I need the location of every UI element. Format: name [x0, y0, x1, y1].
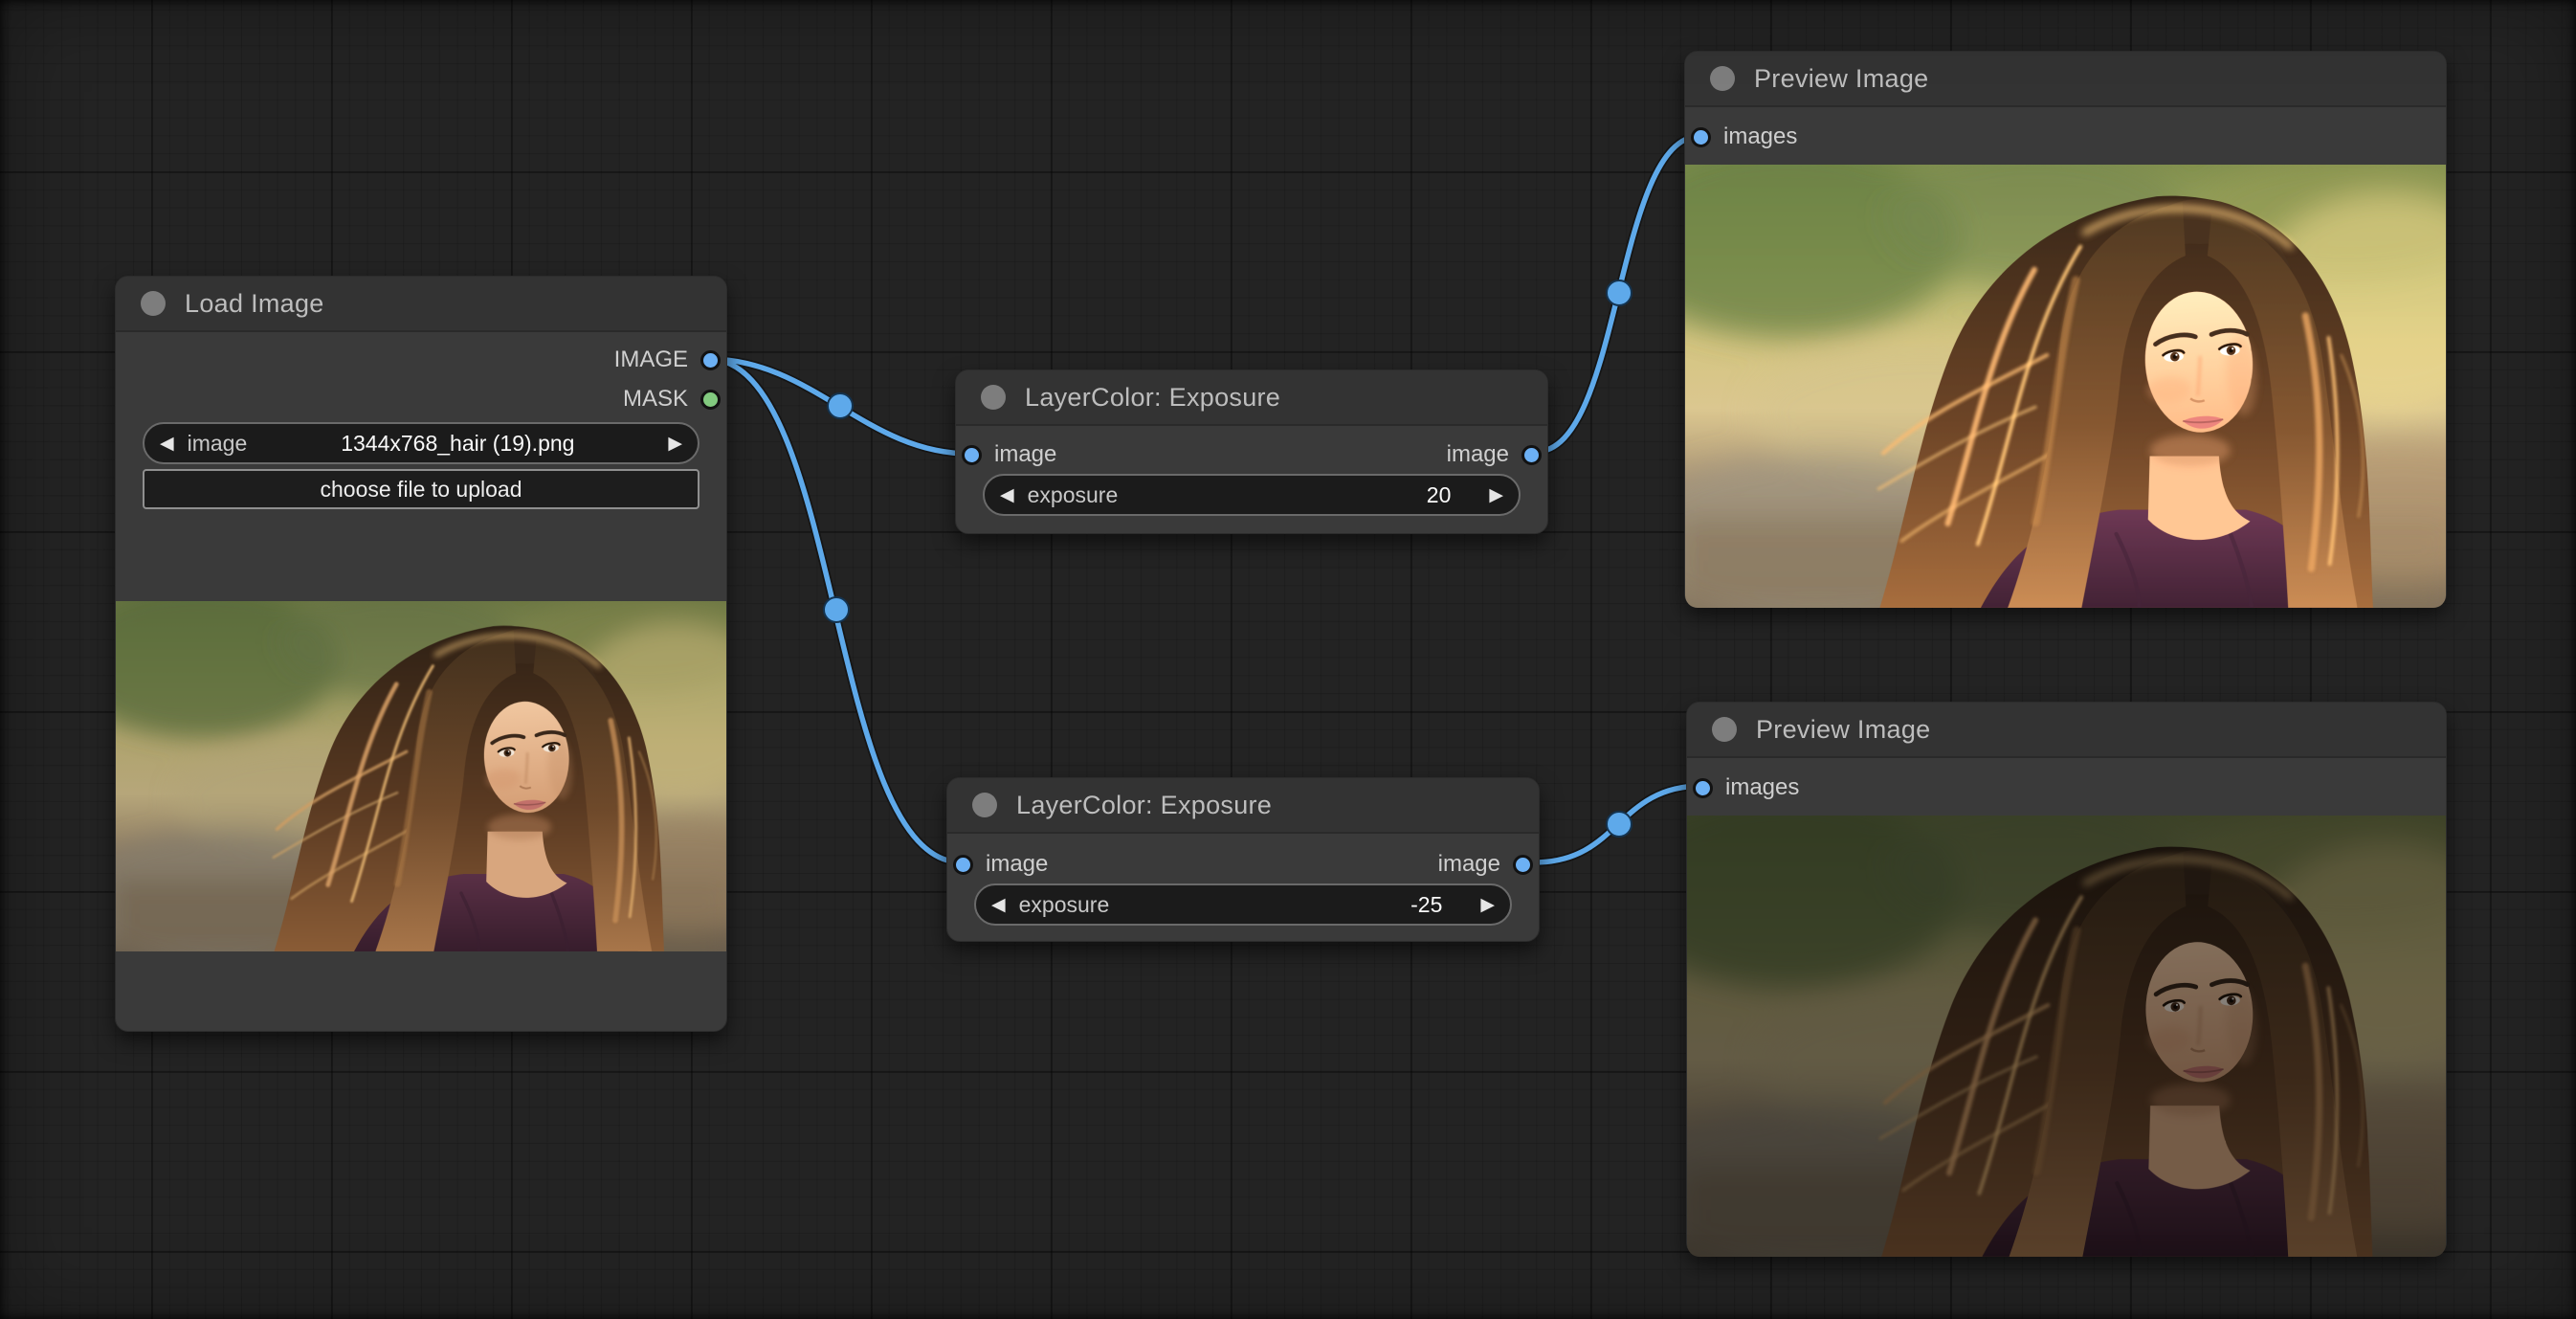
link-reroute-dot[interactable]: [828, 393, 853, 418]
load-image-node-header[interactable]: Load Image: [116, 277, 726, 332]
node-collapse-dot-icon[interactable]: [141, 291, 166, 316]
preview-image-output: [1685, 165, 2446, 608]
preview-node-bottom-header[interactable]: Preview Image: [1687, 703, 2446, 758]
exposure-slider-widget[interactable]: ◀ exposure 20 ▶: [983, 474, 1521, 516]
node-title: Load Image: [185, 289, 324, 319]
node-collapse-dot-icon[interactable]: [981, 385, 1006, 410]
node-collapse-dot-icon[interactable]: [1710, 66, 1735, 91]
exposure-node-top-header[interactable]: LayerColor: Exposure: [956, 370, 1547, 426]
preview-image-output: [1687, 816, 2446, 1257]
widget-value[interactable]: 20: [1131, 482, 1476, 508]
preview-node-top-header[interactable]: Preview Image: [1685, 52, 2446, 107]
link-reroute-dot[interactable]: [824, 597, 849, 622]
node-title: Preview Image: [1754, 64, 1928, 94]
value-increment-arrow-icon[interactable]: ▶: [1489, 484, 1503, 506]
output-label-image: image: [1447, 441, 1509, 468]
input-label-images: images: [1723, 123, 1797, 150]
value-decrement-arrow-icon[interactable]: ◀: [1000, 484, 1014, 506]
portrait-photo: [116, 601, 726, 951]
input-label-images: images: [1725, 774, 1799, 801]
output-label-image: IMAGE: [614, 347, 688, 373]
exposure-node-bottom-header[interactable]: LayerColor: Exposure: [947, 778, 1539, 834]
widget-value[interactable]: -25: [1122, 892, 1467, 918]
image-output-port[interactable]: [1513, 855, 1533, 875]
node-title: LayerColor: Exposure: [1016, 791, 1272, 820]
output-row-image: image: [947, 849, 1539, 880]
exposure-node-top[interactable]: LayerColor: Exposure image image ◀ expos…: [955, 369, 1548, 534]
widget-label: exposure: [1019, 892, 1110, 918]
images-input-port[interactable]: [1693, 778, 1713, 798]
output-label-mask: MASK: [623, 386, 688, 413]
image-output-port[interactable]: [700, 350, 721, 370]
node-title: Preview Image: [1756, 715, 1930, 745]
combo-label: image: [188, 431, 248, 457]
combo-next-arrow-icon[interactable]: ▶: [668, 433, 682, 455]
load-image-preview: [116, 601, 726, 951]
input-row-images: images: [1687, 772, 2446, 803]
image-combo-widget[interactable]: ◀ image 1344x768_hair (19).png ▶: [143, 422, 700, 464]
node-title: LayerColor: Exposure: [1025, 383, 1280, 413]
value-increment-arrow-icon[interactable]: ▶: [1480, 894, 1495, 916]
node-collapse-dot-icon[interactable]: [972, 793, 997, 817]
value-decrement-arrow-icon[interactable]: ◀: [991, 894, 1006, 916]
combo-prev-arrow-icon[interactable]: ◀: [160, 433, 174, 455]
exposure-node-bottom[interactable]: LayerColor: Exposure image image ◀ expos…: [946, 777, 1540, 942]
output-row-image: IMAGE: [116, 345, 726, 375]
mask-output-port[interactable]: [700, 390, 721, 410]
link-reroute-dot[interactable]: [1607, 280, 1632, 305]
preview-image-node-bottom[interactable]: Preview Image images: [1686, 702, 2447, 1256]
node-collapse-dot-icon[interactable]: [1712, 717, 1737, 742]
choose-file-button[interactable]: choose file to upload: [143, 469, 700, 509]
input-row-images: images: [1685, 122, 2446, 152]
output-label-image: image: [1438, 851, 1500, 878]
link-reroute-dot[interactable]: [1607, 812, 1632, 837]
portrait-photo-brightened: [1685, 165, 2446, 608]
graph-canvas[interactable]: Load Image IMAGE MASK ◀ image 1344x768_h…: [0, 0, 2576, 1319]
widget-label: exposure: [1028, 482, 1119, 508]
portrait-photo-darkened: [1687, 816, 2446, 1257]
combo-value[interactable]: 1344x768_hair (19).png: [260, 431, 655, 457]
output-row-mask: MASK: [116, 384, 726, 414]
load-image-node[interactable]: Load Image IMAGE MASK ◀ image 1344x768_h…: [115, 276, 727, 1032]
exposure-slider-widget[interactable]: ◀ exposure -25 ▶: [974, 883, 1512, 926]
image-output-port[interactable]: [1521, 445, 1542, 465]
preview-image-node-top[interactable]: Preview Image images: [1684, 51, 2447, 607]
output-row-image: image: [956, 439, 1547, 470]
images-input-port[interactable]: [1691, 127, 1711, 147]
